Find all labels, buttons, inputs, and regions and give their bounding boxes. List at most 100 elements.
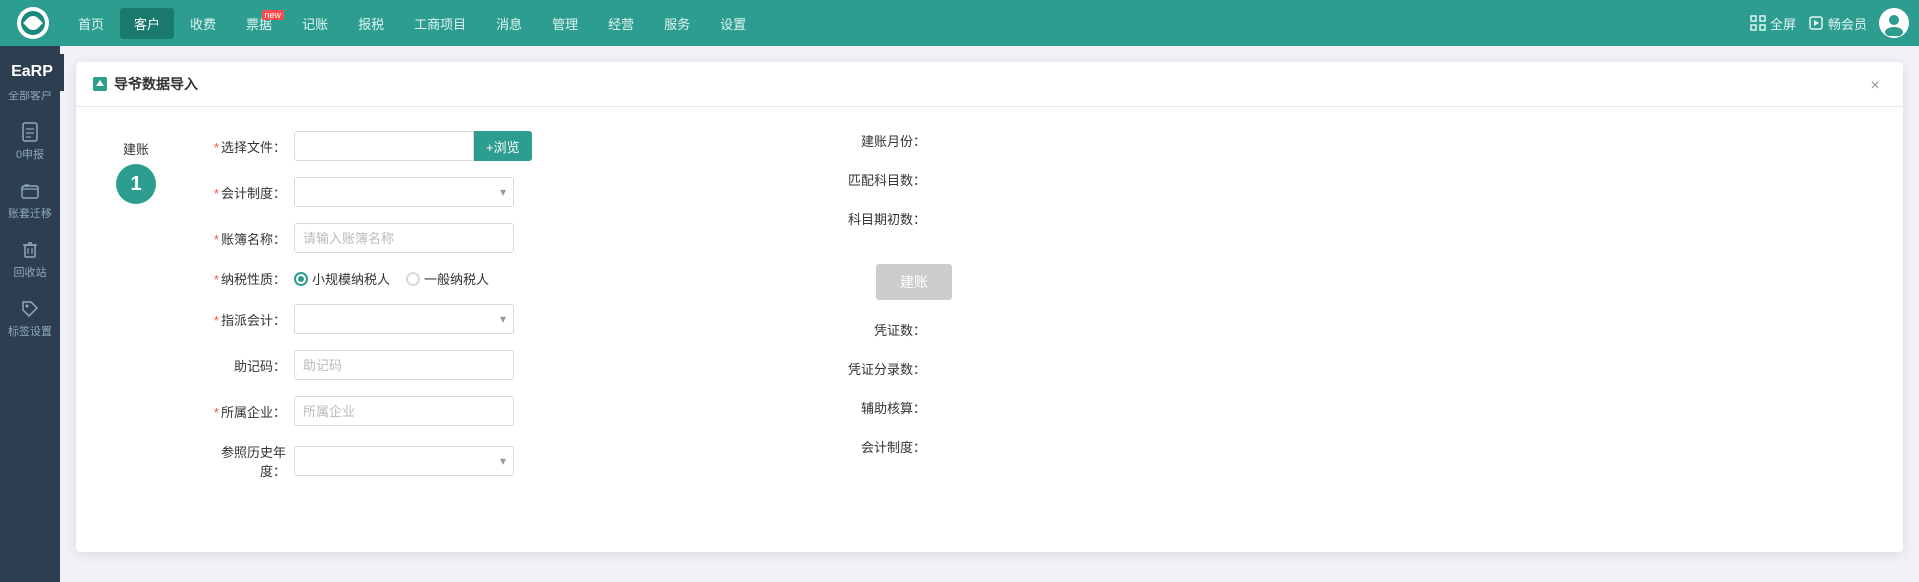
file-row: *选择文件： +浏览: [196, 131, 796, 161]
assign-accountant-label: *指派会计：: [196, 310, 286, 329]
nav-right: 全屏 畅会员: [1750, 8, 1909, 38]
match-subjects-label: 匹配科目数：: [836, 170, 926, 189]
voucher-row: 凭证数：: [836, 320, 1116, 339]
create-account-button[interactable]: 建账: [876, 264, 952, 300]
fullscreen-icon: [1750, 15, 1766, 31]
create-btn-wrapper: 建账: [836, 248, 1116, 300]
nav-settings[interactable]: 设置: [706, 8, 760, 39]
file-label: *选择文件：: [196, 137, 286, 156]
memo-code-input[interactable]: [294, 350, 514, 380]
nav-tax[interactable]: 报税: [344, 8, 398, 39]
nav-manage[interactable]: 管理: [538, 8, 592, 39]
radio-small-taxpayer-label: 小规模纳税人: [312, 269, 390, 288]
radio-general-taxpayer[interactable]: 一般纳税人: [406, 269, 489, 288]
month-label: 建账月份：: [836, 131, 926, 150]
trash-icon-svg: [20, 240, 40, 260]
radio-small-taxpayer-dot: [294, 272, 308, 286]
company-input[interactable]: [294, 396, 514, 426]
doc-icon: [20, 122, 40, 142]
sidebar-item-recycle[interactable]: 回收站: [2, 231, 58, 288]
history-year-select-wrapper: [294, 446, 514, 476]
tag-icon: [19, 298, 41, 320]
assign-accountant-select[interactable]: [294, 304, 514, 334]
nav-operation[interactable]: 经营: [594, 8, 648, 39]
nav-fee[interactable]: 收费: [176, 8, 230, 39]
sidebar-label-account-migration: 账套迁移: [8, 205, 52, 221]
file-input[interactable]: [294, 131, 474, 161]
radio-general-taxpayer-dot: [406, 272, 420, 286]
avatar-icon: [1881, 10, 1907, 36]
main-content: EaRP 导爷数据导入 × 建账 1: [60, 46, 1919, 582]
step-circle: 1: [116, 164, 156, 204]
step-label: 建账: [123, 139, 149, 158]
nav-service[interactable]: 服务: [650, 8, 704, 39]
ledger-name-row: *账簿名称：: [196, 223, 796, 253]
tag-icon-svg: [20, 299, 40, 319]
history-year-label: 参照历史年度：: [196, 442, 286, 480]
accounting-system-row: *会计制度：: [196, 177, 796, 207]
company-row: *所属企业：: [196, 396, 796, 426]
nav-invoice[interactable]: 票据 new: [232, 8, 286, 39]
sidebar: 全部客户 0申报 账套迁移: [0, 46, 60, 582]
assign-accountant-select-wrapper: [294, 304, 514, 334]
avatar[interactable]: [1879, 8, 1909, 38]
history-year-select[interactable]: [294, 446, 514, 476]
fullscreen-btn[interactable]: 全屏: [1750, 14, 1796, 33]
voucher-entries-label: 凭证分录数：: [836, 359, 926, 378]
nav-bookkeeping[interactable]: 记账: [288, 8, 342, 39]
match-subjects-row: 匹配科目数：: [836, 170, 1116, 189]
tax-type-label: *纳税性质：: [196, 269, 286, 288]
radio-general-taxpayer-label: 一般纳税人: [424, 269, 489, 288]
trash-icon: [19, 239, 41, 261]
sidebar-item-tag-settings[interactable]: 标签设置: [2, 290, 58, 347]
form-area: *选择文件： +浏览 *会计制度：: [196, 131, 796, 496]
memo-code-row: 助记码：: [196, 350, 796, 380]
declaration-icon: [19, 121, 41, 143]
company-label: *所属企业：: [196, 402, 286, 421]
dialog-title: 导爷数据导入: [114, 74, 198, 94]
radio-small-taxpayer[interactable]: 小规模纳税人: [294, 269, 390, 288]
info-accounting-system-label: 会计制度：: [836, 437, 926, 456]
nav-business[interactable]: 工商项目: [400, 8, 480, 39]
sidebar-item-zero-declaration[interactable]: 0申报: [2, 113, 58, 170]
top-nav: 首页 客户 收费 票据 new 记账 报税 工商项目 消息 管理 经营 服务 设…: [0, 0, 1919, 46]
nav-message[interactable]: 消息: [482, 8, 536, 39]
voucher-entries-row: 凭证分录数：: [836, 359, 1116, 378]
dialog-body: 建账 1 *选择文件： +浏览: [76, 107, 1903, 520]
browse-button[interactable]: +浏览: [474, 131, 532, 161]
migration-icon: [19, 180, 41, 202]
dialog: 导爷数据导入 × 建账 1 *选择文件：: [76, 62, 1903, 552]
aux-account-row: 辅助核算：: [836, 398, 1116, 417]
logo[interactable]: [10, 0, 56, 46]
dialog-header: 导爷数据导入: [76, 62, 1903, 107]
voucher-label: 凭证数：: [836, 320, 926, 339]
accounting-system-select-wrapper: [294, 177, 514, 207]
info-accounting-system-row: 会计制度：: [836, 437, 1116, 456]
nav-items: 首页 客户 收费 票据 new 记账 报税 工商项目 消息 管理 经营 服务 设…: [64, 8, 1750, 39]
play-icon: [1808, 15, 1824, 31]
earp-badge: EaRP: [60, 54, 64, 91]
tax-type-row: *纳税性质： 小规模纳税人 一般纳税人: [196, 269, 796, 288]
sidebar-label-zero-declaration: 0申报: [16, 146, 44, 162]
subjects-period-label: 科目期初数：: [836, 209, 926, 228]
sidebar-label-tag-settings: 标签设置: [8, 323, 52, 339]
sidebar-item-account-migration[interactable]: 账套迁移: [2, 172, 58, 229]
nav-home[interactable]: 首页: [64, 8, 118, 39]
nav-customer[interactable]: 客户: [120, 8, 174, 39]
assign-accountant-row: *指派会计：: [196, 304, 796, 334]
import-icon: [92, 76, 108, 92]
member-btn[interactable]: 畅会员: [1808, 14, 1867, 33]
info-area: 建账月份： 匹配科目数： 科目期初数： 建账 凭证: [796, 131, 1116, 496]
ledger-name-label: *账簿名称：: [196, 229, 286, 248]
sidebar-label-recycle: 回收站: [14, 264, 47, 280]
file-input-group: +浏览: [294, 131, 532, 161]
fullscreen-label: 全屏: [1770, 14, 1796, 33]
member-label: 畅会员: [1828, 14, 1867, 33]
close-button[interactable]: ×: [1863, 74, 1887, 98]
month-row: 建账月份：: [836, 131, 1116, 150]
new-badge: new: [262, 10, 285, 20]
accounting-system-select[interactable]: [294, 177, 514, 207]
step-area: 建账 1: [76, 131, 196, 496]
tax-type-radio-group: 小规模纳税人 一般纳税人: [294, 269, 489, 288]
ledger-name-input[interactable]: [294, 223, 514, 253]
